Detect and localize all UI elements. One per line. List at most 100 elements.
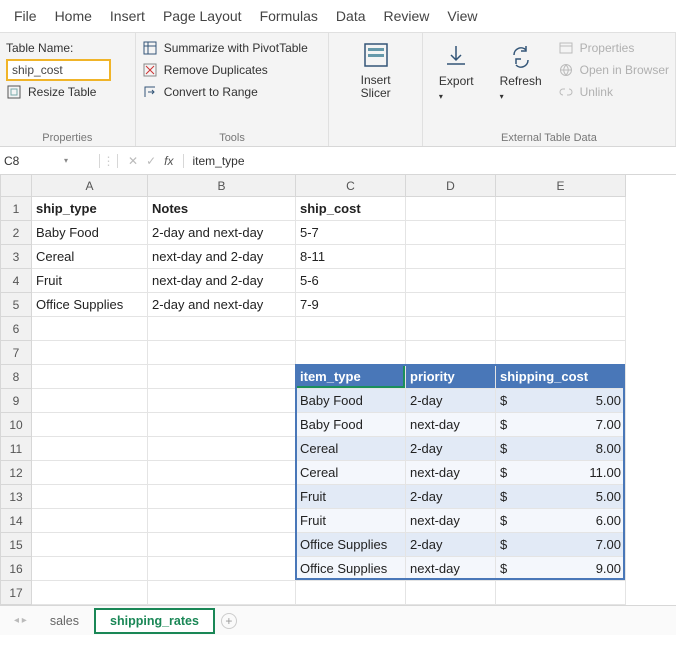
row-header-13[interactable]: 13	[0, 485, 32, 509]
unlink-button[interactable]: Unlink	[558, 81, 669, 103]
select-all-corner[interactable]	[0, 175, 32, 197]
cell-B1[interactable]: Notes	[148, 197, 296, 221]
cell-D3[interactable]	[406, 245, 496, 269]
cell-C14[interactable]: Fruit	[296, 509, 406, 533]
row-header-17[interactable]: 17	[0, 581, 32, 605]
cell-C17[interactable]	[296, 581, 406, 605]
col-header-D[interactable]: D	[406, 175, 496, 197]
col-header-E[interactable]: E	[496, 175, 626, 197]
row-header-16[interactable]: 16	[0, 557, 32, 581]
row-header-11[interactable]: 11	[0, 437, 32, 461]
cell-E4[interactable]	[496, 269, 626, 293]
cell-C12[interactable]: Cereal	[296, 461, 406, 485]
cell-E11[interactable]: $8.00	[496, 437, 626, 461]
cell-A3[interactable]: Cereal	[32, 245, 148, 269]
fx-icon[interactable]: fx	[164, 154, 173, 168]
menu-home[interactable]: Home	[55, 8, 92, 24]
cell-A11[interactable]	[32, 437, 148, 461]
cell-B8[interactable]	[148, 365, 296, 389]
cell-B17[interactable]	[148, 581, 296, 605]
cell-D12[interactable]: next-day	[406, 461, 496, 485]
cell-C4[interactable]: 5-6	[296, 269, 406, 293]
cell-D1[interactable]	[406, 197, 496, 221]
cell-E3[interactable]	[496, 245, 626, 269]
cell-B5[interactable]: 2-day and next-day	[148, 293, 296, 317]
cell-E2[interactable]	[496, 221, 626, 245]
cell-D13[interactable]: 2-day	[406, 485, 496, 509]
cell-E5[interactable]	[496, 293, 626, 317]
cell-D8[interactable]: priority	[406, 365, 496, 389]
cell-B13[interactable]	[148, 485, 296, 509]
row-header-6[interactable]: 6	[0, 317, 32, 341]
cell-C5[interactable]: 7-9	[296, 293, 406, 317]
row-header-5[interactable]: 5	[0, 293, 32, 317]
row-header-1[interactable]: 1	[0, 197, 32, 221]
row-header-7[interactable]: 7	[0, 341, 32, 365]
cell-E12[interactable]: $11.00	[496, 461, 626, 485]
cell-B7[interactable]	[148, 341, 296, 365]
row-header-3[interactable]: 3	[0, 245, 32, 269]
cell-E17[interactable]	[496, 581, 626, 605]
export-button[interactable]: Export ▾	[429, 37, 484, 104]
cell-D7[interactable]	[406, 341, 496, 365]
cell-C11[interactable]: Cereal	[296, 437, 406, 461]
cell-A10[interactable]	[32, 413, 148, 437]
menu-formulas[interactable]: Formulas	[260, 8, 318, 24]
cell-A4[interactable]: Fruit	[32, 269, 148, 293]
cell-B12[interactable]	[148, 461, 296, 485]
cell-B16[interactable]	[148, 557, 296, 581]
cell-E9[interactable]: $5.00	[496, 389, 626, 413]
cell-C9[interactable]: Baby Food	[296, 389, 406, 413]
row-header-15[interactable]: 15	[0, 533, 32, 557]
cell-A15[interactable]	[32, 533, 148, 557]
cell-E7[interactable]	[496, 341, 626, 365]
name-box-input[interactable]	[4, 154, 64, 168]
resize-table-button[interactable]: Resize Table	[6, 81, 129, 103]
cell-C8[interactable]: item_type	[296, 365, 406, 389]
cell-A7[interactable]	[32, 341, 148, 365]
menu-page-layout[interactable]: Page Layout	[163, 8, 242, 24]
sheet-tab-shipping-rates[interactable]: shipping_rates	[94, 608, 215, 634]
cell-D14[interactable]: next-day	[406, 509, 496, 533]
cell-A1[interactable]: ship_type	[32, 197, 148, 221]
cell-A2[interactable]: Baby Food	[32, 221, 148, 245]
cell-E8[interactable]: shipping_cost	[496, 365, 626, 389]
menu-insert[interactable]: Insert	[110, 8, 145, 24]
cell-D9[interactable]: 2-day	[406, 389, 496, 413]
cell-B11[interactable]	[148, 437, 296, 461]
cell-E10[interactable]: $7.00	[496, 413, 626, 437]
cell-D15[interactable]: 2-day	[406, 533, 496, 557]
cell-A16[interactable]	[32, 557, 148, 581]
row-header-8[interactable]: 8	[0, 365, 32, 389]
cell-C2[interactable]: 5-7	[296, 221, 406, 245]
cell-E6[interactable]	[496, 317, 626, 341]
cell-B10[interactable]	[148, 413, 296, 437]
cell-C15[interactable]: Office Supplies	[296, 533, 406, 557]
convert-to-range-button[interactable]: Convert to Range	[142, 81, 323, 103]
row-header-14[interactable]: 14	[0, 509, 32, 533]
cell-B4[interactable]: next-day and 2-day	[148, 269, 296, 293]
cell-A14[interactable]	[32, 509, 148, 533]
row-header-4[interactable]: 4	[0, 269, 32, 293]
cell-C7[interactable]	[296, 341, 406, 365]
menu-file[interactable]: File	[14, 8, 37, 24]
cell-B9[interactable]	[148, 389, 296, 413]
insert-slicer-button[interactable]: Insert Slicer	[335, 37, 416, 102]
cell-D16[interactable]: next-day	[406, 557, 496, 581]
col-header-B[interactable]: B	[148, 175, 296, 197]
col-header-C[interactable]: C	[296, 175, 406, 197]
cell-A9[interactable]	[32, 389, 148, 413]
cell-B2[interactable]: 2-day and next-day	[148, 221, 296, 245]
name-box[interactable]: ▾	[0, 154, 100, 168]
cell-D6[interactable]	[406, 317, 496, 341]
cell-C16[interactable]: Office Supplies	[296, 557, 406, 581]
cell-D10[interactable]: next-day	[406, 413, 496, 437]
menu-data[interactable]: Data	[336, 8, 366, 24]
cell-D17[interactable]	[406, 581, 496, 605]
row-header-12[interactable]: 12	[0, 461, 32, 485]
cell-A8[interactable]	[32, 365, 148, 389]
cell-D5[interactable]	[406, 293, 496, 317]
cell-B6[interactable]	[148, 317, 296, 341]
table-properties-button[interactable]: Properties	[558, 37, 669, 59]
cell-A13[interactable]	[32, 485, 148, 509]
